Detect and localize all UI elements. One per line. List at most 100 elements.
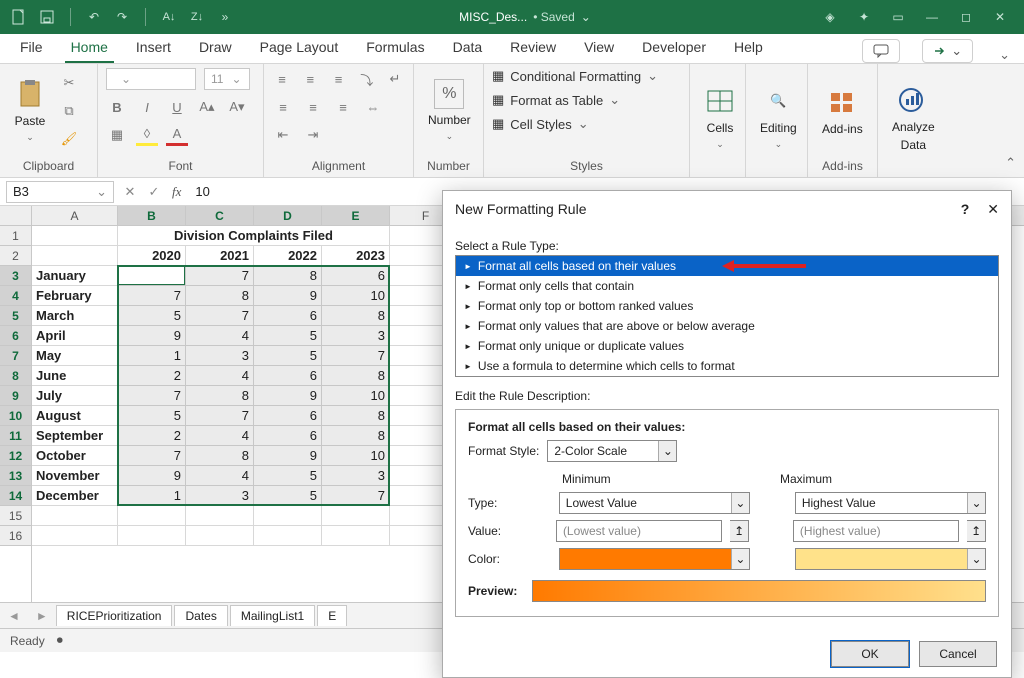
row-header[interactable]: 11 [0, 426, 31, 446]
fx-icon[interactable]: fx [166, 184, 187, 200]
align-top-icon[interactable]: ≡ [272, 68, 292, 90]
tab-developer[interactable]: Developer [636, 35, 712, 63]
row-header[interactable]: 12 [0, 446, 31, 466]
column-header[interactable]: D [254, 206, 322, 225]
cell-styles-button[interactable]: ▦Cell Styles⌄ [492, 116, 589, 132]
max-color-combo[interactable]: ⌄ [795, 548, 986, 570]
formula-value[interactable]: 10 [187, 184, 209, 199]
cell[interactable]: 9 [118, 466, 186, 486]
column-header[interactable]: E [322, 206, 390, 225]
cell[interactable]: September [32, 426, 118, 446]
saved-indicator[interactable]: • Saved [533, 10, 575, 24]
window-mode-icon[interactable]: ▭ [888, 7, 908, 27]
rule-type-item[interactable]: ►Use a formula to determine which cells … [456, 356, 998, 376]
sheet-nav-next-icon[interactable]: ► [28, 609, 56, 623]
sort-desc-icon[interactable]: Z↓ [188, 8, 206, 26]
row-header[interactable]: 4 [0, 286, 31, 306]
cell[interactable]: 7 [118, 386, 186, 406]
cell[interactable]: 8 [186, 446, 254, 466]
min-value-input[interactable]: (Lowest value) [556, 520, 722, 542]
cell[interactable]: 10 [322, 386, 390, 406]
cell[interactable]: 8 [322, 306, 390, 326]
column-header[interactable]: C [186, 206, 254, 225]
cell[interactable]: 6 [254, 426, 322, 446]
share-button[interactable]: ⌄ [922, 39, 973, 63]
column-header[interactable]: A [32, 206, 118, 225]
ok-button[interactable]: OK [831, 641, 909, 667]
cell[interactable]: 7 [186, 306, 254, 326]
decrease-indent-icon[interactable]: ⇤ [272, 124, 294, 146]
min-type-combo[interactable]: Lowest Value⌄ [559, 492, 750, 514]
cell[interactable]: July [32, 386, 118, 406]
cell[interactable]: 5 [254, 346, 322, 366]
cell[interactable]: 8 [322, 366, 390, 386]
wand-icon[interactable]: ✦ [854, 7, 874, 27]
cell[interactable]: 7 [322, 486, 390, 506]
sheet-tab[interactable]: MailingList1 [230, 605, 315, 626]
sheet-nav-prev-icon[interactable]: ◄ [0, 609, 28, 623]
cell[interactable]: 5 [254, 486, 322, 506]
rule-type-item[interactable]: ►Format only top or bottom ranked values [456, 296, 998, 316]
font-size-combo[interactable]: 11⌄ [204, 68, 250, 90]
tab-formulas[interactable]: Formulas [360, 35, 430, 63]
cancel-formula-icon[interactable]: ✕ [118, 184, 142, 200]
diamond-icon[interactable]: ◈ [820, 7, 840, 27]
max-value-input[interactable]: (Highest value) [793, 520, 959, 542]
sort-asc-icon[interactable]: A↓ [160, 8, 178, 26]
qat-overflow-icon[interactable]: » [216, 8, 234, 26]
tab-draw[interactable]: Draw [193, 35, 238, 63]
redo-icon[interactable]: ↷ [113, 8, 131, 26]
cell[interactable]: August [32, 406, 118, 426]
wrap-text-icon[interactable]: ↵ [385, 68, 405, 90]
paste-button[interactable]: Paste ⌄ [8, 74, 52, 147]
cell[interactable]: 2 [118, 366, 186, 386]
cell[interactable]: 2022 [254, 246, 322, 266]
tab-view[interactable]: View [578, 35, 620, 63]
tab-review[interactable]: Review [504, 35, 562, 63]
rule-type-list[interactable]: ►Format all cells based on their values ►… [455, 255, 999, 377]
cell[interactable]: 10 [322, 286, 390, 306]
row-header[interactable]: 5 [0, 306, 31, 326]
min-color-combo[interactable]: ⌄ [559, 548, 750, 570]
cell[interactable]: 3 [322, 466, 390, 486]
tab-home[interactable]: Home [65, 35, 114, 63]
font-name-combo[interactable]: ⌄ [106, 68, 196, 90]
increase-indent-icon[interactable]: ⇥ [302, 124, 324, 146]
ribbon-overflow-icon[interactable]: ⌄ [999, 47, 1010, 63]
cell[interactable] [254, 526, 322, 546]
rule-type-item[interactable]: ►Format all cells based on their values [456, 256, 998, 276]
enter-formula-icon[interactable]: ✓ [142, 184, 166, 200]
max-type-combo[interactable]: Highest Value⌄ [795, 492, 986, 514]
analyze-data-button[interactable]: AnalyzeData [886, 80, 941, 156]
close-icon[interactable]: ✕ [990, 7, 1010, 27]
cell[interactable]: April [32, 326, 118, 346]
name-box[interactable]: B3⌄ [6, 181, 114, 203]
row-header[interactable]: 3 [0, 266, 31, 286]
cell[interactable]: June [32, 366, 118, 386]
row-header[interactable]: 7 [0, 346, 31, 366]
cell[interactable]: 6 [254, 366, 322, 386]
cell[interactable]: 2020 [118, 246, 186, 266]
align-center-icon[interactable]: ≡ [302, 96, 324, 118]
format-as-table-button[interactable]: ▦Format as Table⌄ [492, 92, 620, 108]
align-right-icon[interactable]: ≡ [332, 96, 354, 118]
cell[interactable] [322, 506, 390, 526]
align-left-icon[interactable]: ≡ [272, 96, 294, 118]
cell[interactable]: 3 [186, 346, 254, 366]
decrease-font-icon[interactable]: A▾ [226, 96, 248, 118]
comments-button[interactable] [862, 39, 900, 63]
cell[interactable] [32, 246, 118, 266]
cut-icon[interactable]: ✂ [58, 72, 80, 94]
cell[interactable]: 1 [118, 346, 186, 366]
new-file-icon[interactable] [10, 8, 28, 26]
row-header[interactable]: 13 [0, 466, 31, 486]
align-middle-icon[interactable]: ≡ [300, 68, 320, 90]
cell[interactable] [118, 506, 186, 526]
cell[interactable]: 4 [186, 426, 254, 446]
cell[interactable]: 3 [186, 486, 254, 506]
cell[interactable]: 7 [186, 266, 254, 286]
italic-button[interactable]: I [136, 96, 158, 118]
row-header[interactable]: 15 [0, 506, 31, 526]
dialog-help-icon[interactable]: ? [961, 201, 970, 218]
cell[interactable]: 8 [254, 266, 322, 286]
